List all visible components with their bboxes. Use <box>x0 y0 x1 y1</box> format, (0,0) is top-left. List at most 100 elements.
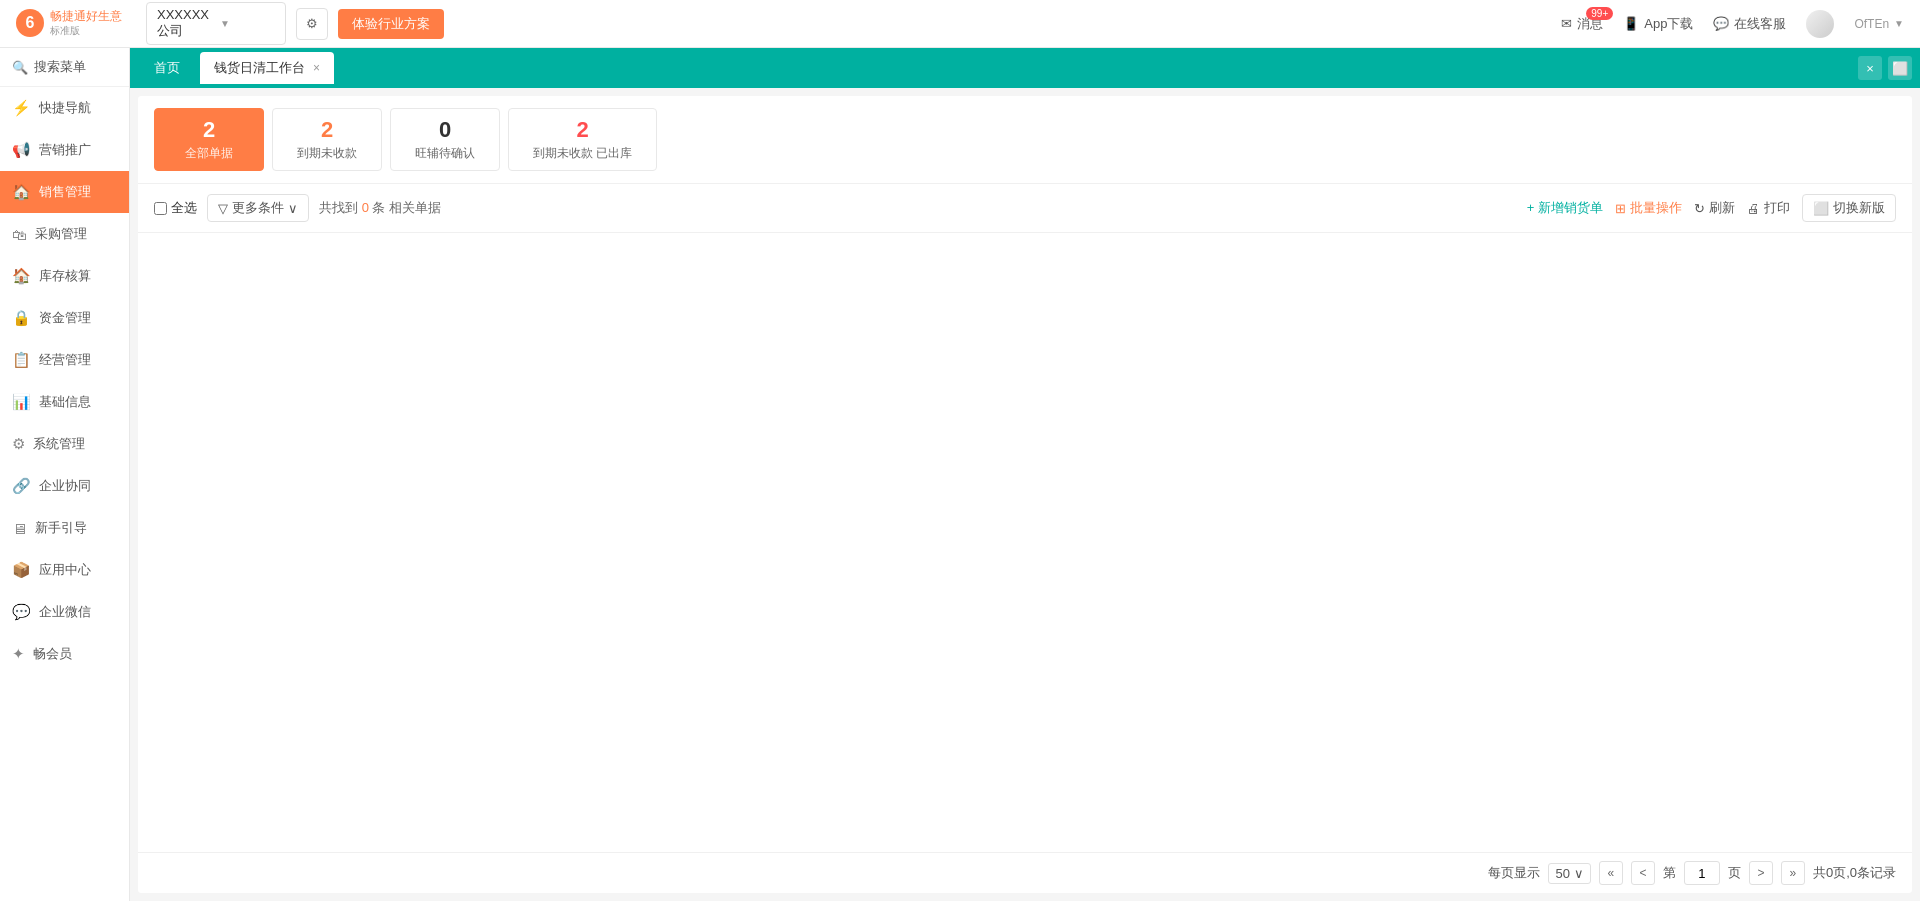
sidebar-item-app-center[interactable]: 📦 应用中心 <box>0 549 129 591</box>
sidebar-item-sales[interactable]: 🏠 销售管理 <box>0 171 129 213</box>
sidebar-item-guide[interactable]: 🖥 新手引导 <box>0 507 129 549</box>
app-download-action[interactable]: 📱 App下载 <box>1623 15 1693 33</box>
app-download-label: App下载 <box>1644 15 1693 33</box>
sidebar-label-member: 畅会员 <box>33 645 72 663</box>
filter-icon: ▽ <box>218 201 228 216</box>
page-input[interactable] <box>1684 861 1720 885</box>
sidebar-item-base-info[interactable]: 📊 基础信息 <box>0 381 129 423</box>
refresh-icon: ↻ <box>1694 201 1705 216</box>
header-right: ✉ 消息 99+ 📱 App下载 💬 在线客服 OfTEn ▼ <box>1561 10 1904 38</box>
sidebar-label-app-center: 应用中心 <box>39 561 91 579</box>
toolbar-right: + 新增销货单 ⊞ 批量操作 ↻ 刷新 🖨 打印 ⬜ <box>1527 194 1896 222</box>
result-text: 共找到 0 条 相关单据 <box>319 199 441 217</box>
tab-close-btn[interactable]: × <box>313 61 320 75</box>
online-service-action[interactable]: 💬 在线客服 <box>1713 15 1786 33</box>
stat-label-overdue-shipped: 到期未收款 已出库 <box>533 145 632 162</box>
main-content: 首页 钱货日清工作台 × × ⬜ 2 全部单据 2 到期未收款 <box>130 48 1920 901</box>
sidebar-item-quick-nav[interactable]: ⚡ 快捷导航 <box>0 87 129 129</box>
sidebar-label-inventory: 库存核算 <box>39 267 91 285</box>
prev-page-btn[interactable]: < <box>1631 861 1655 885</box>
filter-arrow-icon: ∨ <box>288 201 298 216</box>
sidebar-label-quick-nav: 快捷导航 <box>39 99 91 117</box>
stat-label-pending: 旺辅待确认 <box>415 145 475 162</box>
sidebar-item-system[interactable]: ⚙ 系统管理 <box>0 423 129 465</box>
page-size-value: 50 <box>1555 866 1569 881</box>
sidebar-item-inventory[interactable]: 🏠 库存核算 <box>0 255 129 297</box>
message-action[interactable]: ✉ 消息 99+ <box>1561 15 1603 33</box>
sidebar-item-operations[interactable]: 📋 经营管理 <box>0 339 129 381</box>
industry-btn[interactable]: 体验行业方案 <box>338 9 444 39</box>
stat-card-overdue[interactable]: 2 到期未收款 <box>272 108 382 171</box>
stats-row: 2 全部单据 2 到期未收款 0 旺辅待确认 2 到期未收款 已出库 <box>138 96 1912 184</box>
refresh-btn[interactable]: ↻ 刷新 <box>1694 199 1735 217</box>
batch-ops-btn[interactable]: ⊞ 批量操作 <box>1615 199 1682 217</box>
member-icon: ✦ <box>12 645 25 663</box>
result-unit: 条 <box>372 200 385 215</box>
sidebar-item-marketing[interactable]: 📢 营销推广 <box>0 129 129 171</box>
tab-actions: × ⬜ <box>1858 56 1912 80</box>
sidebar-item-member[interactable]: ✦ 畅会员 <box>0 633 129 675</box>
content-area: 2 全部单据 2 到期未收款 0 旺辅待确认 2 到期未收款 已出库 <box>138 96 1912 893</box>
username-area[interactable]: OfTEn ▼ <box>1854 17 1904 31</box>
stat-label-overdue: 到期未收款 <box>297 145 357 162</box>
sidebar-label-operations: 经营管理 <box>39 351 91 369</box>
sidebar-label-marketing: 营销推广 <box>39 141 91 159</box>
system-icon: ⚙ <box>12 435 25 453</box>
sidebar-label-base-info: 基础信息 <box>39 393 91 411</box>
first-page-btn[interactable]: « <box>1599 861 1623 885</box>
gear-icon: ⚙ <box>306 16 318 31</box>
stat-card-all[interactable]: 2 全部单据 <box>154 108 264 171</box>
page-label: 第 <box>1663 864 1676 882</box>
total-info: 共0页,0条记录 <box>1813 864 1896 882</box>
sidebar-label-finance: 资金管理 <box>39 309 91 327</box>
next-page-btn[interactable]: > <box>1749 861 1773 885</box>
sidebar-item-purchase[interactable]: 🛍 采购管理 <box>0 213 129 255</box>
stat-number-overdue: 2 <box>321 117 333 143</box>
sidebar-item-coop[interactable]: 🔗 企业协同 <box>0 465 129 507</box>
switch-version-btn[interactable]: ⬜ 切换新版 <box>1802 194 1896 222</box>
sidebar-label-wechat: 企业微信 <box>39 603 91 621</box>
sidebar-search-label: 搜索菜单 <box>34 58 86 76</box>
tab-home[interactable]: 首页 <box>138 48 196 88</box>
settings-button[interactable]: ⚙ <box>296 8 328 40</box>
stat-number-all: 2 <box>203 117 215 143</box>
select-all-input[interactable] <box>154 202 167 215</box>
first-page-icon: « <box>1608 866 1615 880</box>
print-icon: 🖨 <box>1747 201 1760 216</box>
new-sales-btn[interactable]: + 新增销货单 <box>1527 199 1603 217</box>
last-page-btn[interactable]: » <box>1781 861 1805 885</box>
tab-close-window-btn[interactable]: × <box>1858 56 1882 80</box>
sidebar-label-guide: 新手引导 <box>35 519 87 537</box>
new-sales-label: + 新增销货单 <box>1527 199 1603 217</box>
username-text: OfTEn <box>1854 17 1889 31</box>
select-all-label: 全选 <box>171 199 197 217</box>
company-selector[interactable]: XXXXXX公司 ▼ <box>146 2 286 45</box>
sidebar-search[interactable]: 🔍 搜索菜单 <box>0 48 129 87</box>
batch-label: 批量操作 <box>1630 199 1682 217</box>
company-arrow-icon: ▼ <box>220 18 275 29</box>
page-size-arrow: ∨ <box>1574 866 1584 881</box>
tab-active[interactable]: 钱货日清工作台 × <box>200 52 334 84</box>
sidebar-item-finance[interactable]: 🔒 资金管理 <box>0 297 129 339</box>
filter-button[interactable]: ▽ 更多条件 ∨ <box>207 194 309 222</box>
operations-icon: 📋 <box>12 351 31 369</box>
stat-card-overdue-shipped[interactable]: 2 到期未收款 已出库 <box>508 108 657 171</box>
tab-expand-btn[interactable]: ⬜ <box>1888 56 1912 80</box>
sidebar-label-sales: 销售管理 <box>39 183 91 201</box>
logo-icon: 6 <box>16 9 44 37</box>
pagination-bar: 每页显示 50 ∨ « < 第 页 > » <box>138 852 1912 893</box>
refresh-label: 刷新 <box>1709 199 1735 217</box>
page-size-label: 每页显示 <box>1488 864 1540 882</box>
sidebar: 🔍 搜索菜单 ⚡ 快捷导航 📢 营销推广 🏠 销售管理 🛍 采购管理 🏠 库存核… <box>0 48 130 901</box>
avatar[interactable] <box>1806 10 1834 38</box>
select-all-checkbox[interactable]: 全选 <box>154 199 197 217</box>
service-icon: 💬 <box>1713 16 1729 31</box>
page-size-select[interactable]: 50 ∨ <box>1548 863 1590 884</box>
stat-card-pending[interactable]: 0 旺辅待确认 <box>390 108 500 171</box>
search-icon: 🔍 <box>12 60 28 75</box>
print-btn[interactable]: 🖨 打印 <box>1747 199 1790 217</box>
toolbar: 全选 ▽ 更多条件 ∨ 共找到 0 条 相关单据 + 新增销货单 <box>138 184 1912 233</box>
sidebar-item-wechat[interactable]: 💬 企业微信 <box>0 591 129 633</box>
finance-icon: 🔒 <box>12 309 31 327</box>
stat-label-all: 全部单据 <box>185 145 233 162</box>
